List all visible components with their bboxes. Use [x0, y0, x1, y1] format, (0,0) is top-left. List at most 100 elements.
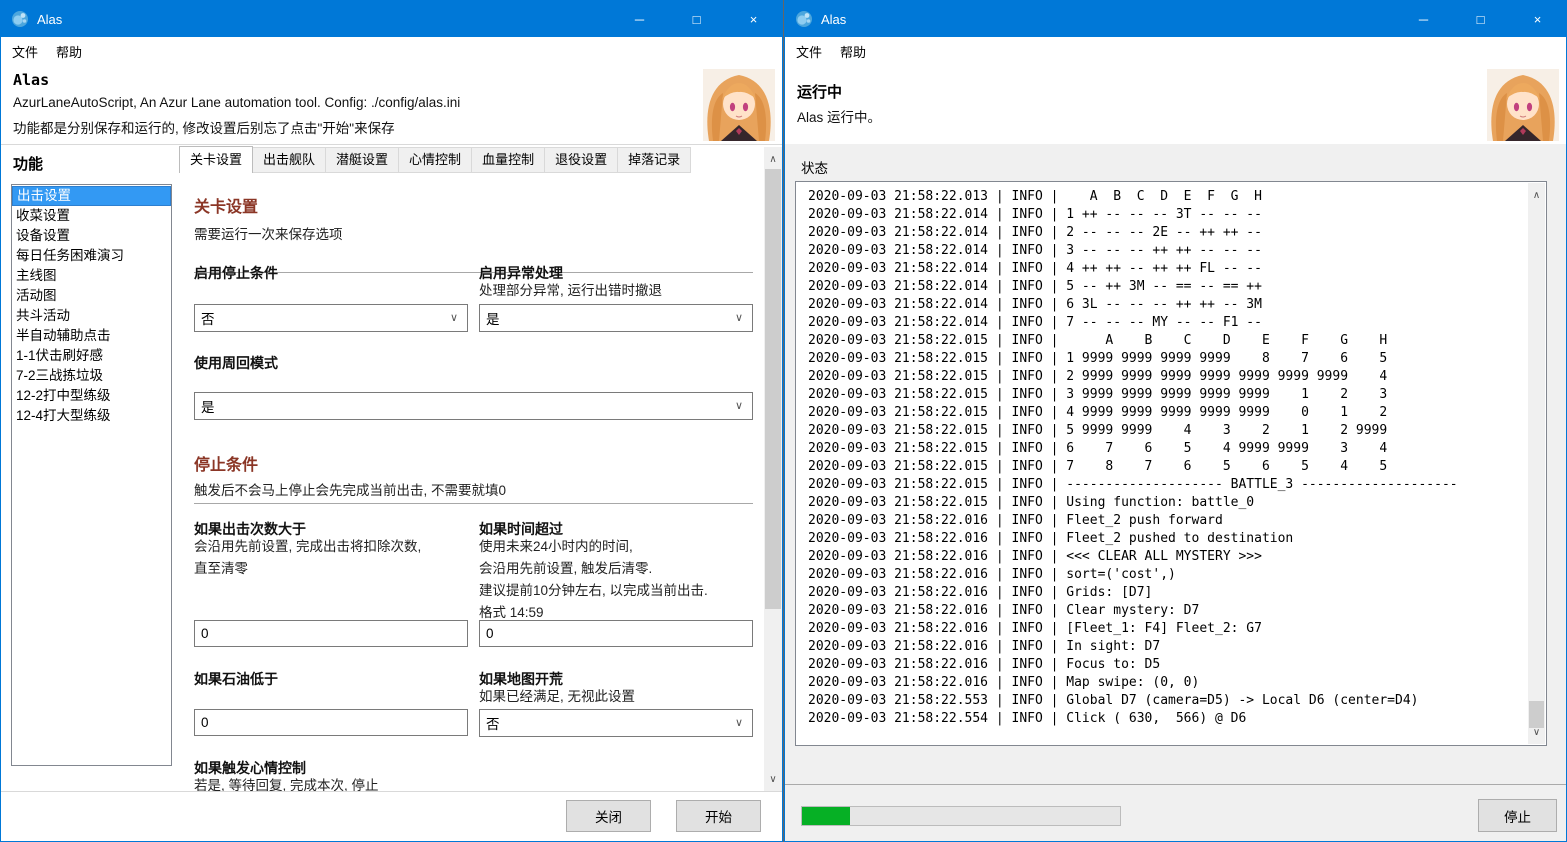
close-window-button[interactable]: 关闭: [566, 800, 651, 832]
section-subtitle-stop: 触发后不会马上停止会先完成当前出击, 不需要就填0: [194, 483, 507, 498]
sidebar-item[interactable]: 半自动辅助点击: [12, 326, 171, 346]
stop-button[interactable]: 停止: [1478, 799, 1557, 832]
tab[interactable]: 心情控制: [399, 147, 473, 173]
enable-exception-dropdown[interactable]: 是 ∨: [479, 304, 753, 332]
tab[interactable]: 关卡设置: [179, 146, 254, 173]
section-subtitle-stage: 需要运行一次来保存选项: [194, 227, 343, 242]
log-line: 2020-09-03 21:58:22.015 | INFO | A B C D…: [808, 333, 1388, 348]
sidebar-item[interactable]: 7-2三战拣垃圾: [12, 366, 171, 386]
sidebar-item[interactable]: 主线图: [12, 266, 171, 286]
helper-if-emotion: 若是, 等待回复, 完成本次, 停止: [194, 778, 379, 791]
status-label: 状态: [801, 161, 828, 176]
if-time-input[interactable]: [479, 620, 753, 647]
menu-item[interactable]: 文件: [3, 42, 47, 61]
tab[interactable]: 血量控制: [472, 147, 546, 173]
label-loop-mode: 使用周回模式: [194, 355, 278, 371]
log-line: 2020-09-03 21:58:22.016 | INFO | Clear m…: [808, 603, 1200, 618]
sidebar-item[interactable]: 12-2打中型练级: [12, 386, 171, 406]
window-title: Alas: [37, 11, 63, 27]
enable-exception-value: 是: [486, 312, 500, 327]
menu-item[interactable]: 帮助: [831, 42, 875, 61]
tab[interactable]: 出击舰队: [253, 147, 327, 173]
if-count-input[interactable]: [194, 620, 468, 647]
loop-mode-value: 是: [201, 400, 215, 415]
titlebar[interactable]: Alas ─ □ ×: [1, 1, 782, 37]
menu-item[interactable]: 帮助: [47, 42, 91, 61]
enable-stop-dropdown[interactable]: 否 ∨: [194, 304, 468, 332]
log-line: 2020-09-03 21:58:22.015 | INFO | 1 9999 …: [808, 351, 1388, 366]
start-button[interactable]: 开始: [676, 800, 761, 832]
close-button[interactable]: ×: [1509, 1, 1566, 37]
window-header: 运行中 Alas 运行中。: [785, 65, 1566, 145]
helper-enable-exception: 处理部分异常, 运行出错时撤退: [479, 283, 663, 298]
if-map-value: 否: [486, 717, 500, 732]
log-line: 2020-09-03 21:58:22.014 | INFO | 3 -- --…: [808, 243, 1262, 258]
sidebar-item[interactable]: 活动图: [12, 286, 171, 306]
maximize-button[interactable]: □: [668, 1, 725, 37]
settings-scrollbar[interactable]: ∧ ∨: [764, 147, 782, 791]
log-line: 2020-09-03 21:58:22.016 | INFO | Map swi…: [808, 675, 1200, 690]
app-name: Alas: [13, 71, 50, 89]
log-line: 2020-09-03 21:58:22.015 | INFO | 6 7 6 5…: [808, 441, 1388, 456]
window-header: Alas AzurLaneAutoScript, An Azur Lane au…: [1, 65, 782, 145]
divider: [785, 784, 1566, 785]
alas-logo-icon: [795, 10, 813, 28]
sidebar-item[interactable]: 设备设置: [12, 226, 171, 246]
log-line: 2020-09-03 21:58:22.014 | INFO | 7 -- --…: [808, 315, 1262, 330]
scroll-down-icon[interactable]: ∨: [764, 769, 782, 789]
window-settings: Alas ─ □ × 文件 帮助 Alas AzurLaneAutoScript,…: [0, 0, 783, 842]
scroll-up-icon[interactable]: ∧: [764, 149, 782, 169]
tab[interactable]: 掉落记录: [618, 147, 692, 173]
tab[interactable]: 潜艇设置: [326, 147, 400, 173]
if-map-dropdown[interactable]: 否 ∨: [479, 709, 753, 737]
minimize-button[interactable]: ─: [1395, 1, 1452, 37]
log-line: 2020-09-03 21:58:22.013 | INFO | A B C D…: [808, 189, 1262, 204]
close-button[interactable]: ×: [725, 1, 782, 37]
log-line: 2020-09-03 21:58:22.014 | INFO | 6 3L --…: [808, 297, 1262, 312]
log-line: 2020-09-03 21:58:22.553 | INFO | Global …: [808, 693, 1419, 708]
app-hint: 功能都是分别保存和运行的, 修改设置后别忘了点击"开始"来保存: [13, 121, 395, 136]
scroll-up-icon[interactable]: ∧: [1528, 185, 1545, 205]
alas-logo-icon: [11, 10, 29, 28]
if-oil-input[interactable]: [194, 709, 468, 736]
scrollbar-thumb[interactable]: [765, 169, 781, 609]
sidebar-item[interactable]: 收菜设置: [12, 206, 171, 226]
run-state-line: Alas 运行中。: [797, 110, 882, 125]
log-line: 2020-09-03 21:58:22.014 | INFO | 4 ++ ++…: [808, 261, 1262, 276]
menu-bar: 文件 帮助: [785, 37, 1566, 66]
log-line: 2020-09-03 21:58:22.015 | INFO | 5 9999 …: [808, 423, 1388, 438]
function-listbox[interactable]: 出击设置 收菜设置 设备设置 每日任务困难演习 主线图 活动图 共斗活动 半自动辅助点击 1-1…: [11, 184, 172, 766]
maximize-button[interactable]: □: [1452, 1, 1509, 37]
log-line: 2020-09-03 21:58:22.016 | INFO | [Fleet_…: [808, 621, 1262, 636]
sidebar-item[interactable]: 12-4打大型练级: [12, 406, 171, 426]
chevron-down-icon: ∨: [734, 312, 743, 324]
log-line: 2020-09-03 21:58:22.016 | INFO | Fleet_2…: [808, 531, 1294, 546]
minimize-button[interactable]: ─: [611, 1, 668, 37]
loop-mode-dropdown[interactable]: 是 ∨: [194, 392, 753, 420]
sidebar-item[interactable]: 每日任务困难演习: [12, 246, 171, 266]
log-line: 2020-09-03 21:58:22.016 | INFO | <<< CLE…: [808, 549, 1262, 564]
sidebar-item[interactable]: 1-1伏击刷好感: [12, 346, 171, 366]
scroll-down-icon[interactable]: ∨: [1528, 722, 1545, 742]
run-state-title: 运行中: [797, 84, 843, 101]
log-output[interactable]: 2020-09-03 21:58:22.013 | INFO | A B C D…: [795, 181, 1547, 746]
log-scrollbar[interactable]: ∧ ∨: [1528, 183, 1545, 744]
sidebar-item[interactable]: 共斗活动: [12, 306, 171, 326]
log-line: 2020-09-03 21:58:22.016 | INFO | Grids: …: [808, 585, 1153, 600]
helper-if-count: 会沿用先前设置, 完成出击将扣除次数, 直至清零: [194, 539, 422, 576]
tab[interactable]: 退役设置: [545, 147, 619, 173]
enable-stop-value: 否: [201, 312, 215, 327]
settings-tabstrip: 关卡设置 出击舰队 潜艇设置 心情控制 血量控制 退役设置 掉落记录: [179, 146, 764, 173]
progress-fill: [802, 807, 850, 825]
menu-item[interactable]: 文件: [787, 42, 831, 61]
log-line: 2020-09-03 21:58:22.015 | INFO | Using f…: [808, 495, 1255, 510]
sidebar-item[interactable]: 出击设置: [12, 186, 171, 206]
log-line: 2020-09-03 21:58:22.016 | INFO | In sigh…: [808, 639, 1161, 654]
window-runner: Alas ─ □ × 文件 帮助 运行中 Alas 运行中。 状态 2020-09…: [784, 0, 1567, 842]
log-line: 2020-09-03 21:58:22.014 | INFO | 1 ++ --…: [808, 207, 1262, 222]
titlebar[interactable]: Alas ─ □ ×: [785, 1, 1566, 37]
log-line: 2020-09-03 21:58:22.016 | INFO | sort=('…: [808, 567, 1176, 582]
section-title-stop: 停止条件: [194, 457, 259, 474]
caption-buttons: ─ □ ×: [1395, 1, 1566, 37]
log-line: 2020-09-03 21:58:22.554 | INFO | Click (…: [808, 711, 1247, 726]
